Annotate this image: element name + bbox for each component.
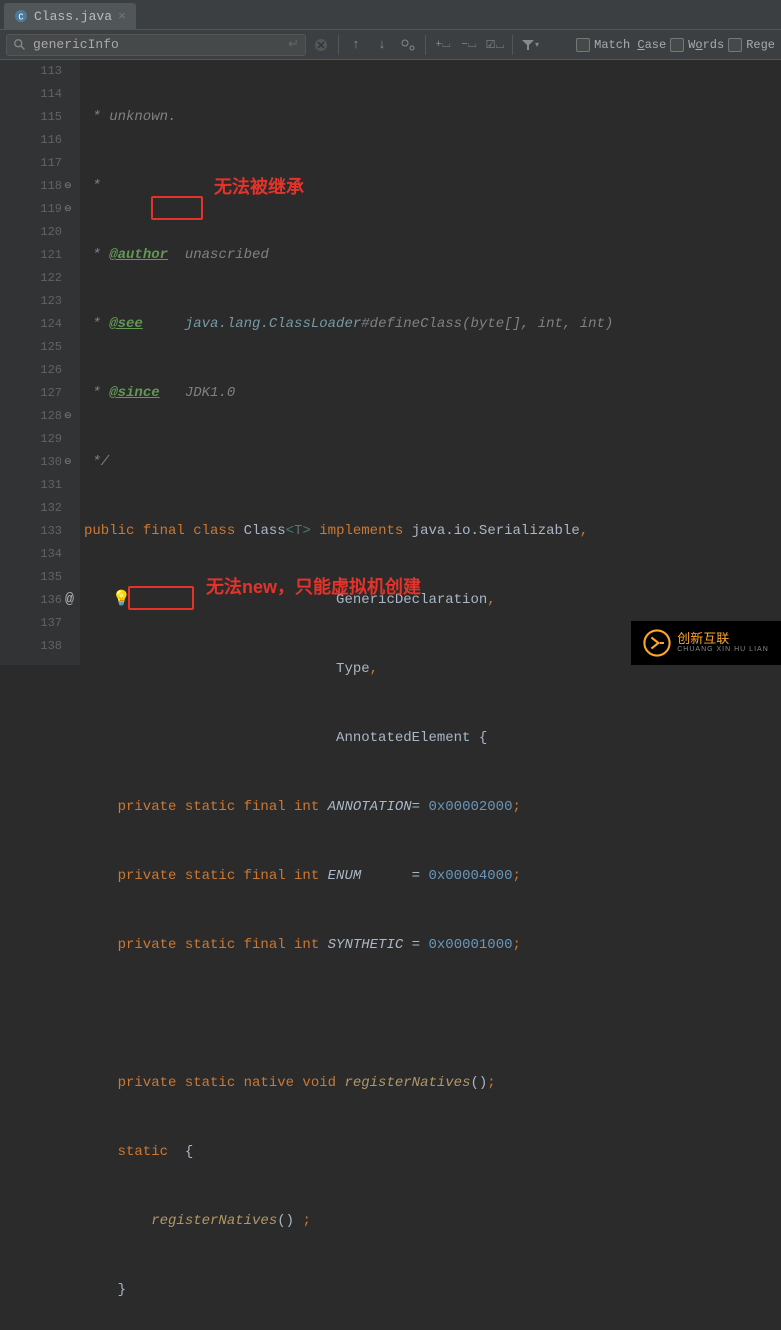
line-number: 137	[0, 612, 62, 635]
watermark: 创新互联 CHUANG XIN HU LIAN	[631, 621, 781, 665]
line-number: 126	[0, 359, 62, 382]
code-text: */	[84, 454, 109, 470]
add-selection-icon[interactable]: +⌴	[432, 34, 454, 56]
code-text: * unknown.	[84, 109, 176, 125]
search-icon	[13, 38, 27, 52]
remove-selection-icon[interactable]: −⌴	[458, 34, 480, 56]
annotation-text: 无法被继承	[214, 176, 304, 199]
line-number: 138	[0, 635, 62, 658]
line-number: 115	[0, 106, 62, 129]
line-number: 130	[0, 451, 62, 474]
svg-text:C: C	[18, 13, 23, 23]
line-number: 122	[0, 267, 62, 290]
line-number: 131	[0, 474, 62, 497]
find-input-wrapper: ↵	[6, 34, 306, 56]
separator	[338, 35, 339, 55]
filter-icon[interactable]: ▾	[519, 34, 541, 56]
line-number: 127	[0, 382, 62, 405]
next-match-icon[interactable]: ↓	[371, 34, 393, 56]
words-label: Words	[688, 38, 724, 52]
checkbox-icon	[728, 38, 742, 52]
fold-icon[interactable]: ⊖	[64, 198, 72, 221]
line-number: 135	[0, 566, 62, 589]
line-number: 113	[0, 60, 62, 83]
editor: ⊖ ⊖ ⊖ ⊖ 113 114 115 116 117 118 119 120 …	[0, 60, 781, 665]
watermark-subtext: CHUANG XIN HU LIAN	[677, 646, 769, 654]
annotation-box	[151, 196, 203, 220]
code-text: *	[84, 178, 101, 194]
line-number: 121	[0, 244, 62, 267]
fold-icon[interactable]: ⊖	[64, 175, 72, 198]
regex-label: Rege	[746, 38, 775, 52]
enter-icon: ↵	[288, 37, 299, 52]
separator	[425, 35, 426, 55]
line-number: 125	[0, 336, 62, 359]
words-checkbox[interactable]: Words	[670, 38, 724, 52]
fold-icon[interactable]: ⊖	[64, 405, 72, 428]
line-number: 134	[0, 543, 62, 566]
checkbox-icon	[670, 38, 684, 52]
line-number: 114	[0, 83, 62, 106]
line-number: 128	[0, 405, 62, 428]
tab-bar: C Class.java ×	[0, 0, 781, 30]
fold-icon[interactable]: ⊖	[64, 451, 72, 474]
line-number: 123	[0, 290, 62, 313]
code-area[interactable]: * unknown. * * @author unascribed * @see…	[80, 60, 781, 665]
close-tab-icon[interactable]: ×	[118, 9, 126, 24]
match-case-checkbox[interactable]: Match Case	[576, 38, 666, 52]
annotation-box	[128, 586, 194, 610]
file-tab[interactable]: C Class.java ×	[4, 3, 136, 29]
separator	[512, 35, 513, 55]
line-number: 136	[0, 589, 62, 612]
prev-match-icon[interactable]: ↑	[345, 34, 367, 56]
override-icon[interactable]: @	[65, 588, 74, 611]
line-number: 132	[0, 497, 62, 520]
find-input[interactable]	[33, 37, 282, 52]
clear-find-icon[interactable]	[310, 34, 332, 56]
line-number: 119	[0, 198, 62, 221]
watermark-text: 创新互联	[677, 632, 769, 646]
line-number: 116	[0, 129, 62, 152]
annotation-text: 无法new，只能虚拟机创建	[206, 576, 421, 599]
line-number: 120	[0, 221, 62, 244]
line-number: 118	[0, 175, 62, 198]
line-number: 129	[0, 428, 62, 451]
checkbox-icon	[576, 38, 590, 52]
file-tab-label: Class.java	[34, 9, 112, 24]
select-all-icon[interactable]	[397, 34, 419, 56]
line-number: 133	[0, 520, 62, 543]
select-occurrences-icon[interactable]: ☑⌴	[484, 34, 506, 56]
watermark-logo-icon	[643, 629, 671, 657]
find-bar: ↵ ↑ ↓ +⌴ −⌴ ☑⌴ ▾ Match Case Words Rege	[0, 30, 781, 60]
regex-checkbox[interactable]: Rege	[728, 38, 775, 52]
line-number-gutter: ⊖ ⊖ ⊖ ⊖ 113 114 115 116 117 118 119 120 …	[0, 60, 80, 665]
line-number: 124	[0, 313, 62, 336]
match-case-label: Match Case	[594, 38, 666, 52]
line-number: 117	[0, 152, 62, 175]
java-class-icon: C	[14, 9, 28, 23]
